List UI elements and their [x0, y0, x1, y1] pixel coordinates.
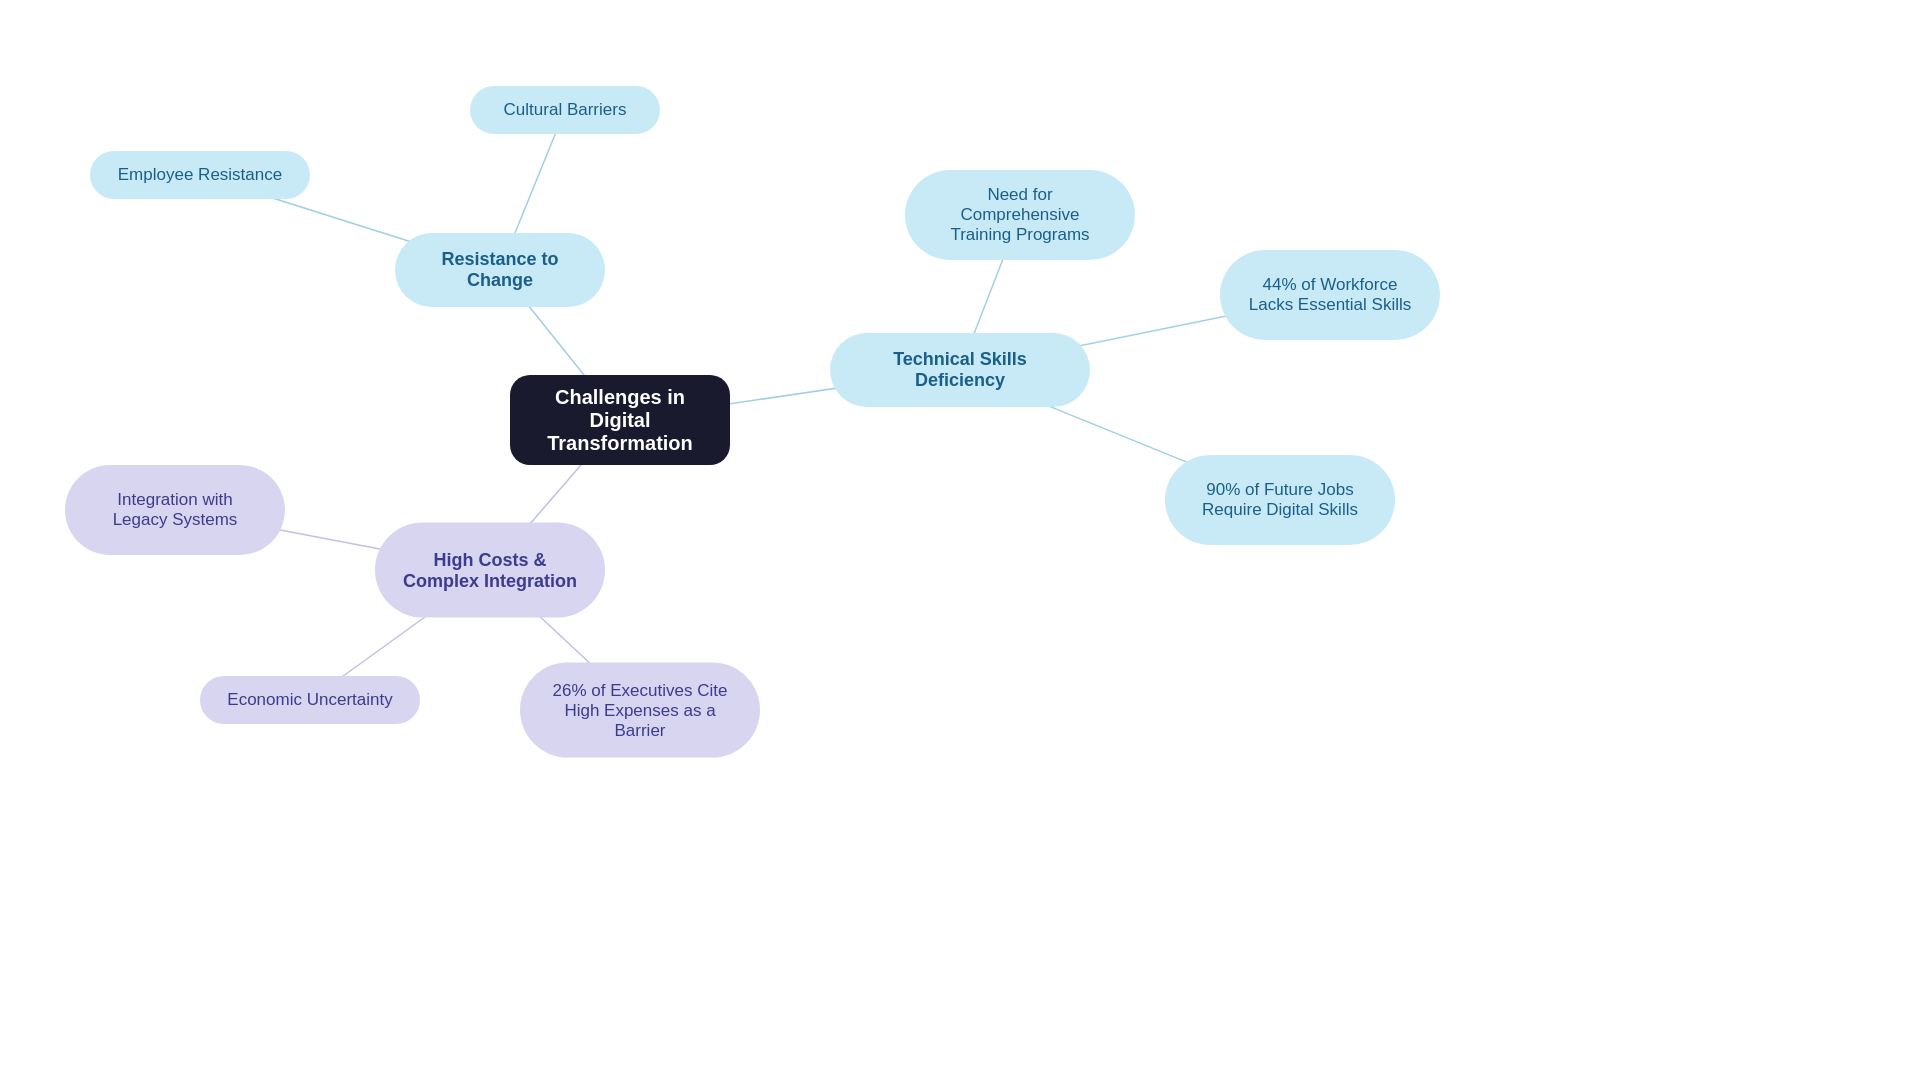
- node-center: Challenges in Digital Transformation: [510, 375, 730, 465]
- node-training-programs: Need for Comprehensive Training Programs: [905, 170, 1135, 260]
- node-cultural-barriers: Cultural Barriers: [470, 86, 660, 134]
- node-future-jobs: 90% of Future Jobs Require Digital Skill…: [1165, 455, 1395, 545]
- node-resistance-to-change: Resistance to Change: [395, 233, 605, 307]
- node-economic-uncertainty: Economic Uncertainty: [200, 676, 420, 724]
- node-employee-resistance: Employee Resistance: [90, 151, 310, 199]
- mindmap-container: Challenges in Digital Transformation Res…: [0, 0, 1920, 1083]
- node-workforce-skills: 44% of Workforce Lacks Essential Skills: [1220, 250, 1440, 340]
- node-executives-expenses: 26% of Executives Cite High Expenses as …: [520, 663, 760, 758]
- node-high-costs: High Costs & Complex Integration: [375, 523, 605, 618]
- node-technical-skills: Technical Skills Deficiency: [830, 333, 1090, 407]
- node-legacy-systems: Integration with Legacy Systems: [65, 465, 285, 555]
